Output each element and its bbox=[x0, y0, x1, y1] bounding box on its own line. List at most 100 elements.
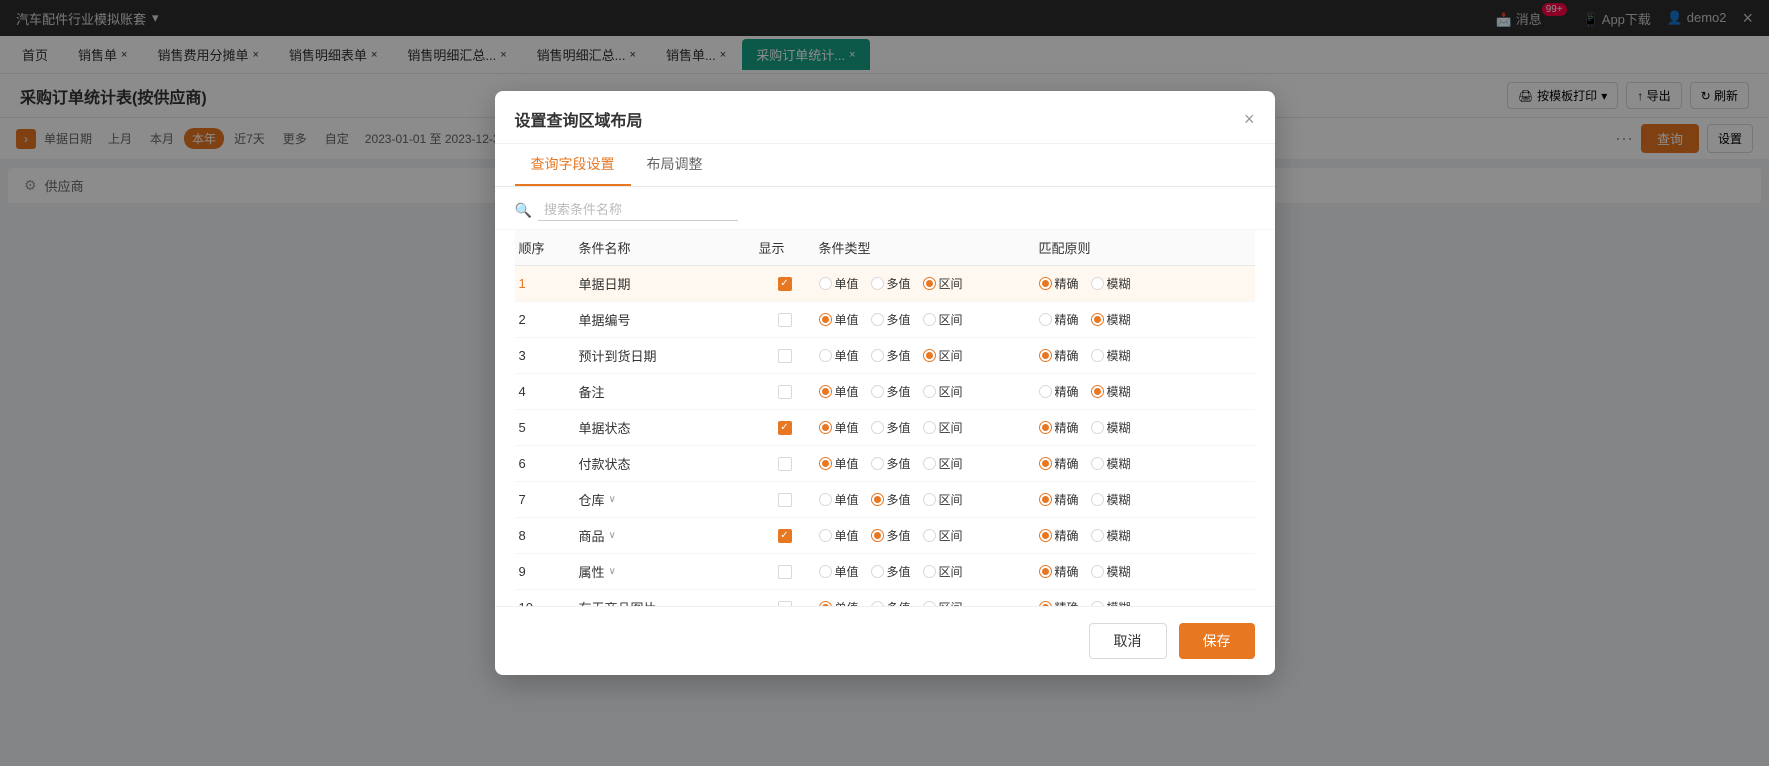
radio-range[interactable]: 区间 bbox=[923, 563, 963, 580]
radio-single[interactable]: 单值 bbox=[819, 275, 859, 292]
row-match: 精确 模糊 bbox=[1035, 491, 1255, 508]
table-row: 10 有无商品图片 单值 多值 bbox=[515, 590, 1255, 606]
radio-multi[interactable]: 多值 bbox=[871, 455, 911, 472]
display-checkbox[interactable] bbox=[778, 565, 792, 579]
row-match: 精确 模糊 bbox=[1035, 563, 1255, 580]
radio-multi[interactable]: 多值 bbox=[871, 527, 911, 544]
table-row: 7 仓库 ∨ 单值 多值 bbox=[515, 482, 1255, 518]
row-display[interactable] bbox=[755, 385, 815, 399]
display-checkbox[interactable] bbox=[778, 421, 792, 435]
row-display[interactable] bbox=[755, 421, 815, 435]
radio-range[interactable]: 区间 bbox=[923, 455, 963, 472]
radio-exact[interactable]: 精确 bbox=[1039, 311, 1079, 328]
radio-range[interactable]: 区间 bbox=[923, 491, 963, 508]
radio-exact[interactable]: 精确 bbox=[1039, 563, 1079, 580]
radio-fuzzy[interactable]: 模糊 bbox=[1091, 599, 1131, 606]
search-input[interactable] bbox=[538, 199, 738, 221]
row-name: 单据编号 bbox=[575, 310, 755, 329]
radio-exact[interactable]: 精确 bbox=[1039, 347, 1079, 364]
row-display[interactable] bbox=[755, 457, 815, 471]
radio-multi[interactable]: 多值 bbox=[871, 563, 911, 580]
radio-dot bbox=[871, 565, 884, 578]
radio-fuzzy[interactable]: 模糊 bbox=[1091, 491, 1131, 508]
radio-single[interactable]: 单值 bbox=[819, 527, 859, 544]
radio-fuzzy[interactable]: 模糊 bbox=[1091, 527, 1131, 544]
col-order: 顺序 bbox=[515, 238, 575, 257]
radio-single[interactable]: 单值 bbox=[819, 347, 859, 364]
dialog-search-area: 🔍 bbox=[495, 187, 1275, 230]
row-display[interactable] bbox=[755, 277, 815, 291]
display-checkbox[interactable] bbox=[778, 349, 792, 363]
save-button[interactable]: 保存 bbox=[1179, 623, 1255, 659]
radio-range[interactable]: 区间 bbox=[923, 275, 963, 292]
row-display[interactable] bbox=[755, 529, 815, 543]
radio-single[interactable]: 单值 bbox=[819, 311, 859, 328]
display-checkbox[interactable] bbox=[778, 313, 792, 327]
radio-multi[interactable]: 多值 bbox=[871, 491, 911, 508]
radio-dot bbox=[819, 349, 832, 362]
radio-fuzzy[interactable]: 模糊 bbox=[1091, 311, 1131, 328]
radio-single[interactable]: 单值 bbox=[819, 455, 859, 472]
display-checkbox[interactable] bbox=[778, 385, 792, 399]
radio-exact[interactable]: 精确 bbox=[1039, 383, 1079, 400]
table-row: 3 预计到货日期 单值 多值 bbox=[515, 338, 1255, 374]
row-order: 6 bbox=[515, 456, 575, 471]
radio-range[interactable]: 区间 bbox=[923, 383, 963, 400]
row-cond-type: 单值 多值 区间 bbox=[815, 563, 1035, 580]
radio-dot bbox=[923, 457, 936, 470]
row-display[interactable] bbox=[755, 493, 815, 507]
table-row: 1 单据日期 单值 多值 bbox=[515, 266, 1255, 302]
radio-exact[interactable]: 精确 bbox=[1039, 491, 1079, 508]
radio-multi[interactable]: 多值 bbox=[871, 275, 911, 292]
radio-single[interactable]: 单值 bbox=[819, 563, 859, 580]
radio-range[interactable]: 区间 bbox=[923, 347, 963, 364]
radio-exact[interactable]: 精确 bbox=[1039, 599, 1079, 606]
radio-single[interactable]: 单值 bbox=[819, 491, 859, 508]
radio-multi[interactable]: 多值 bbox=[871, 599, 911, 606]
radio-exact[interactable]: 精确 bbox=[1039, 455, 1079, 472]
radio-dot bbox=[923, 421, 936, 434]
radio-dot bbox=[819, 493, 832, 506]
table-row: 4 备注 单值 多值 bbox=[515, 374, 1255, 410]
row-order: 9 bbox=[515, 564, 575, 579]
radio-fuzzy[interactable]: 模糊 bbox=[1091, 347, 1131, 364]
radio-multi[interactable]: 多值 bbox=[871, 383, 911, 400]
radio-fuzzy[interactable]: 模糊 bbox=[1091, 563, 1131, 580]
row-display[interactable] bbox=[755, 313, 815, 327]
radio-fuzzy[interactable]: 模糊 bbox=[1091, 419, 1131, 436]
radio-multi[interactable]: 多值 bbox=[871, 347, 911, 364]
radio-fuzzy[interactable]: 模糊 bbox=[1091, 455, 1131, 472]
cancel-button[interactable]: 取消 bbox=[1089, 623, 1167, 659]
row-display[interactable] bbox=[755, 349, 815, 363]
row-order: 4 bbox=[515, 384, 575, 399]
radio-single[interactable]: 单值 bbox=[819, 599, 859, 606]
display-checkbox[interactable] bbox=[778, 529, 792, 543]
radio-dot bbox=[871, 421, 884, 434]
row-display[interactable] bbox=[755, 565, 815, 579]
radio-fuzzy[interactable]: 模糊 bbox=[1091, 383, 1131, 400]
dialog-tab-query-fields[interactable]: 查询字段设置 bbox=[515, 144, 631, 186]
radio-dot bbox=[1091, 493, 1104, 506]
display-checkbox[interactable] bbox=[778, 277, 792, 291]
radio-dot bbox=[871, 277, 884, 290]
display-checkbox[interactable] bbox=[778, 457, 792, 471]
radio-single[interactable]: 单值 bbox=[819, 383, 859, 400]
row-name: 付款状态 bbox=[575, 454, 755, 473]
radio-exact[interactable]: 精确 bbox=[1039, 527, 1079, 544]
radio-multi[interactable]: 多值 bbox=[871, 419, 911, 436]
radio-fuzzy[interactable]: 模糊 bbox=[1091, 275, 1131, 292]
modal-overlay[interactable]: 设置查询区域布局 × 查询字段设置 布局调整 🔍 顺序 条件名称 显示 条件类型 bbox=[0, 0, 1769, 766]
display-checkbox[interactable] bbox=[778, 493, 792, 507]
radio-multi[interactable]: 多值 bbox=[871, 311, 911, 328]
radio-exact[interactable]: 精确 bbox=[1039, 275, 1079, 292]
radio-single[interactable]: 单值 bbox=[819, 419, 859, 436]
radio-exact[interactable]: 精确 bbox=[1039, 419, 1079, 436]
dialog-table-header-wrapper: 顺序 条件名称 显示 条件类型 匹配原则 bbox=[495, 230, 1275, 266]
radio-range[interactable]: 区间 bbox=[923, 419, 963, 436]
dialog-tab-layout[interactable]: 布局调整 bbox=[631, 144, 719, 186]
radio-range[interactable]: 区间 bbox=[923, 527, 963, 544]
radio-range[interactable]: 区间 bbox=[923, 599, 963, 606]
dialog-close-button[interactable]: × bbox=[1244, 109, 1255, 130]
radio-dot bbox=[1039, 313, 1052, 326]
radio-range[interactable]: 区间 bbox=[923, 311, 963, 328]
